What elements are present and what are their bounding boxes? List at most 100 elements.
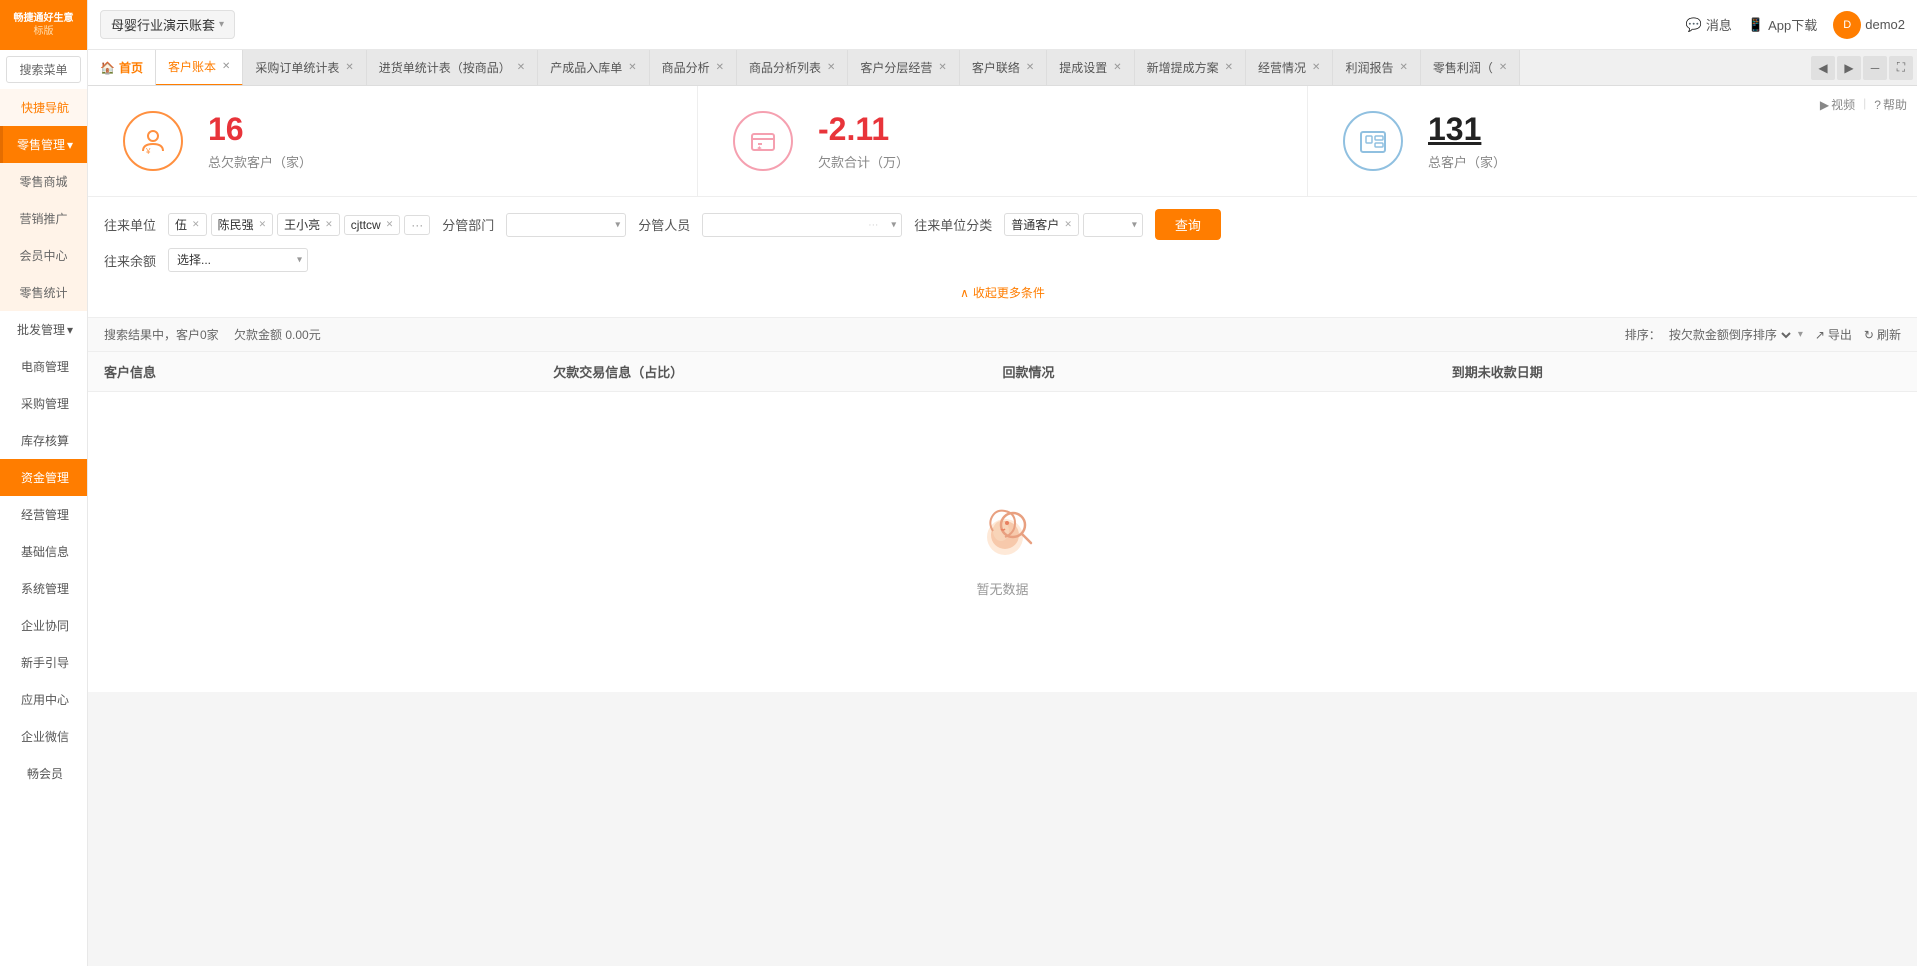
tab-close-purchase-order[interactable]: ✕: [345, 62, 353, 73]
svg-text:✦: ✦: [756, 144, 763, 153]
sidebar-item-ecommerce-mgmt[interactable]: 电商管理: [0, 348, 87, 385]
tab-cost-in[interactable]: 产成品入库单 ✕: [538, 50, 649, 86]
tab-new-boost[interactable]: 新增提成方案 ✕: [1135, 50, 1246, 86]
chevron-up-icon: ∧: [960, 286, 969, 300]
tab-operation[interactable]: 经营情况 ✕: [1246, 50, 1333, 86]
sidebar-item-retail-stats[interactable]: 零售统计: [0, 274, 87, 311]
filter-more-tags[interactable]: ···: [404, 215, 430, 235]
tab-home[interactable]: 🏠 首页: [88, 50, 156, 86]
tab-close-customer-book[interactable]: ✕: [222, 61, 230, 72]
query-button[interactable]: 查询: [1155, 209, 1221, 240]
filter-balance-select[interactable]: 选择...: [168, 248, 308, 272]
person-clear-icon[interactable]: ···: [868, 219, 878, 230]
search-menu-button[interactable]: 搜索菜单: [6, 56, 81, 83]
stats-row: ¥ 16 总欠款客户（家）: [88, 86, 1917, 197]
sidebar-item-retail-mgmt[interactable]: 零售管理 ▾: [0, 126, 87, 163]
table-col-due-date: 到期未收款日期: [1452, 362, 1901, 381]
tab-close-product-analysis[interactable]: ✕: [716, 62, 724, 73]
app-download-button[interactable]: 📱 App下载: [1748, 15, 1817, 34]
tab-profit-report[interactable]: 利润报告 ✕: [1333, 50, 1420, 86]
remove-tag-cjttcw[interactable]: ✕: [386, 219, 394, 230]
tab-close-profit-report[interactable]: ✕: [1399, 62, 1407, 73]
help-button[interactable]: ? 帮助: [1874, 96, 1907, 113]
sidebar-item-retail-mall[interactable]: 零售商城: [0, 163, 87, 200]
sidebar-sub-retail: 零售商城 营销推广 会员中心 零售统计: [0, 163, 87, 311]
tab-scroll-right-button[interactable]: ▶: [1837, 56, 1861, 80]
sidebar-item-new-guide[interactable]: 新手引导: [0, 644, 87, 681]
tab-purchase-stats[interactable]: 进货单统计表（按商品） ✕: [367, 50, 538, 86]
sidebar-item-purchase-mgmt[interactable]: 采购管理: [0, 385, 87, 422]
stat-icon-total-customers: [1338, 106, 1408, 176]
tab-customer-contact[interactable]: 客户联络 ✕: [960, 50, 1047, 86]
tab-customer-tier[interactable]: 客户分层经营 ✕: [848, 50, 959, 86]
tab-product-analysis[interactable]: 商品分析 ✕: [650, 50, 737, 86]
user-menu[interactable]: D demo2: [1833, 11, 1905, 39]
sidebar-item-basic-info[interactable]: 基础信息: [0, 533, 87, 570]
tab-purchase-order[interactable]: 采购订单统计表 ✕: [243, 50, 366, 86]
sidebar-item-enterprise-collab[interactable]: 企业协同: [0, 607, 87, 644]
tab-maximize-button[interactable]: ⛶: [1889, 56, 1913, 80]
tab-close-boost-settings[interactable]: ✕: [1113, 62, 1121, 73]
tab-customer-book[interactable]: 客户账本 ✕: [156, 50, 243, 86]
debt-icon: ✦: [733, 111, 793, 171]
tab-boost-settings[interactable]: 提成设置 ✕: [1047, 50, 1134, 86]
sidebar-item-app-center[interactable]: 应用中心: [0, 681, 87, 718]
stat-label-debt-amount: 欠款合计（万）: [818, 152, 909, 171]
stat-number-debtors: 16: [208, 111, 312, 148]
filter-dept-select[interactable]: [506, 213, 626, 237]
customers-icon: [1343, 111, 1403, 171]
sort-chevron-icon: ▾: [1798, 329, 1803, 340]
export-button[interactable]: ↗ 导出: [1815, 326, 1852, 343]
sidebar-item-quick-nav[interactable]: 快捷导航: [0, 89, 87, 126]
video-help-button[interactable]: ▶ 视频: [1820, 96, 1855, 113]
sidebar-item-system-mgmt[interactable]: 系统管理: [0, 570, 87, 607]
tab-bar-actions: ◀ ▶ ─ ⛶: [1807, 56, 1917, 80]
chevron-icon: ▾: [67, 138, 73, 152]
tab-close-cost-in[interactable]: ✕: [628, 62, 636, 73]
filter-balance-select-wrap: 选择...: [168, 248, 308, 272]
filter-unit-class-select[interactable]: [1083, 213, 1143, 237]
remove-tag-chen[interactable]: ✕: [259, 219, 267, 230]
tab-close-new-boost[interactable]: ✕: [1225, 62, 1233, 73]
remove-tag-normal-customer[interactable]: ✕: [1064, 219, 1072, 230]
tab-minimize-button[interactable]: ─: [1863, 56, 1887, 80]
sidebar-item-operation-mgmt[interactable]: 经营管理: [0, 496, 87, 533]
collapse-button[interactable]: ∧ 收起更多条件: [960, 284, 1045, 301]
tab-close-product-analysis-list[interactable]: ✕: [827, 62, 835, 73]
filter-person-select-wrap: ···: [702, 213, 902, 237]
workspace-selector[interactable]: 母婴行业演示账套 ▾: [100, 10, 235, 39]
tab-close-purchase-stats[interactable]: ✕: [517, 62, 525, 73]
top-bar-right: 💬 消息 📱 App下载 D demo2: [1686, 11, 1905, 39]
sidebar-item-enterprise-wechat[interactable]: 企业微信: [0, 718, 87, 755]
sidebar-item-inventory-check[interactable]: 库存核算: [0, 422, 87, 459]
message-button[interactable]: 💬 消息: [1686, 15, 1732, 34]
remove-tag-wu[interactable]: ✕: [192, 219, 200, 230]
tab-close-customer-tier[interactable]: ✕: [938, 62, 946, 73]
sidebar-item-capital-mgmt[interactable]: 资金管理: [0, 459, 87, 496]
sidebar-item-batch-mgmt[interactable]: 批发管理 ▾: [0, 311, 87, 348]
sort-select[interactable]: 按欠款金额倒序排序: [1665, 327, 1794, 343]
remove-tag-wang[interactable]: ✕: [325, 219, 333, 230]
refresh-button[interactable]: ↻ 刷新: [1864, 326, 1901, 343]
table-header: 客户信息 欠款交易信息（占比） 回款情况 到期未收款日期: [88, 352, 1917, 392]
tab-close-retail-profit[interactable]: ✕: [1499, 62, 1507, 73]
tab-close-customer-contact[interactable]: ✕: [1026, 62, 1034, 73]
tab-close-operation[interactable]: ✕: [1312, 62, 1320, 73]
result-bar-right: 排序： 按欠款金额倒序排序 ▾ ↗ 导出 ↻ 刷新: [1625, 326, 1901, 343]
export-icon: ↗: [1815, 328, 1825, 342]
tab-product-analysis-list[interactable]: 商品分析列表 ✕: [737, 50, 848, 86]
sidebar-item-vip-member[interactable]: 畅会员: [0, 755, 87, 792]
user-avatar: D: [1833, 11, 1861, 39]
empty-text: 暂无数据: [976, 579, 1028, 598]
sidebar: 畅捷通好生意 标版 搜索菜单 快捷导航 零售管理 ▾ 零售商城 营销推广 会员中…: [0, 0, 88, 966]
play-icon: ▶: [1820, 98, 1829, 112]
tab-scroll-left-button[interactable]: ◀: [1811, 56, 1835, 80]
filter-tag-cjttcw: cjttcw ✕: [344, 215, 401, 235]
tab-retail-profit[interactable]: 零售利润（ ✕: [1421, 50, 1520, 86]
sidebar-item-member-center[interactable]: 会员中心: [0, 237, 87, 274]
stat-card-debtors: ¥ 16 总欠款客户（家）: [88, 86, 698, 196]
table-col-debt-info: 欠款交易信息（占比）: [553, 362, 1002, 381]
stat-values-debt-amount: -2.11 欠款合计（万）: [818, 111, 909, 171]
filter-unit-tags: 伍 ✕ 陈民强 ✕ 王小亮 ✕: [168, 213, 430, 236]
sidebar-item-marketing[interactable]: 营销推广: [0, 200, 87, 237]
